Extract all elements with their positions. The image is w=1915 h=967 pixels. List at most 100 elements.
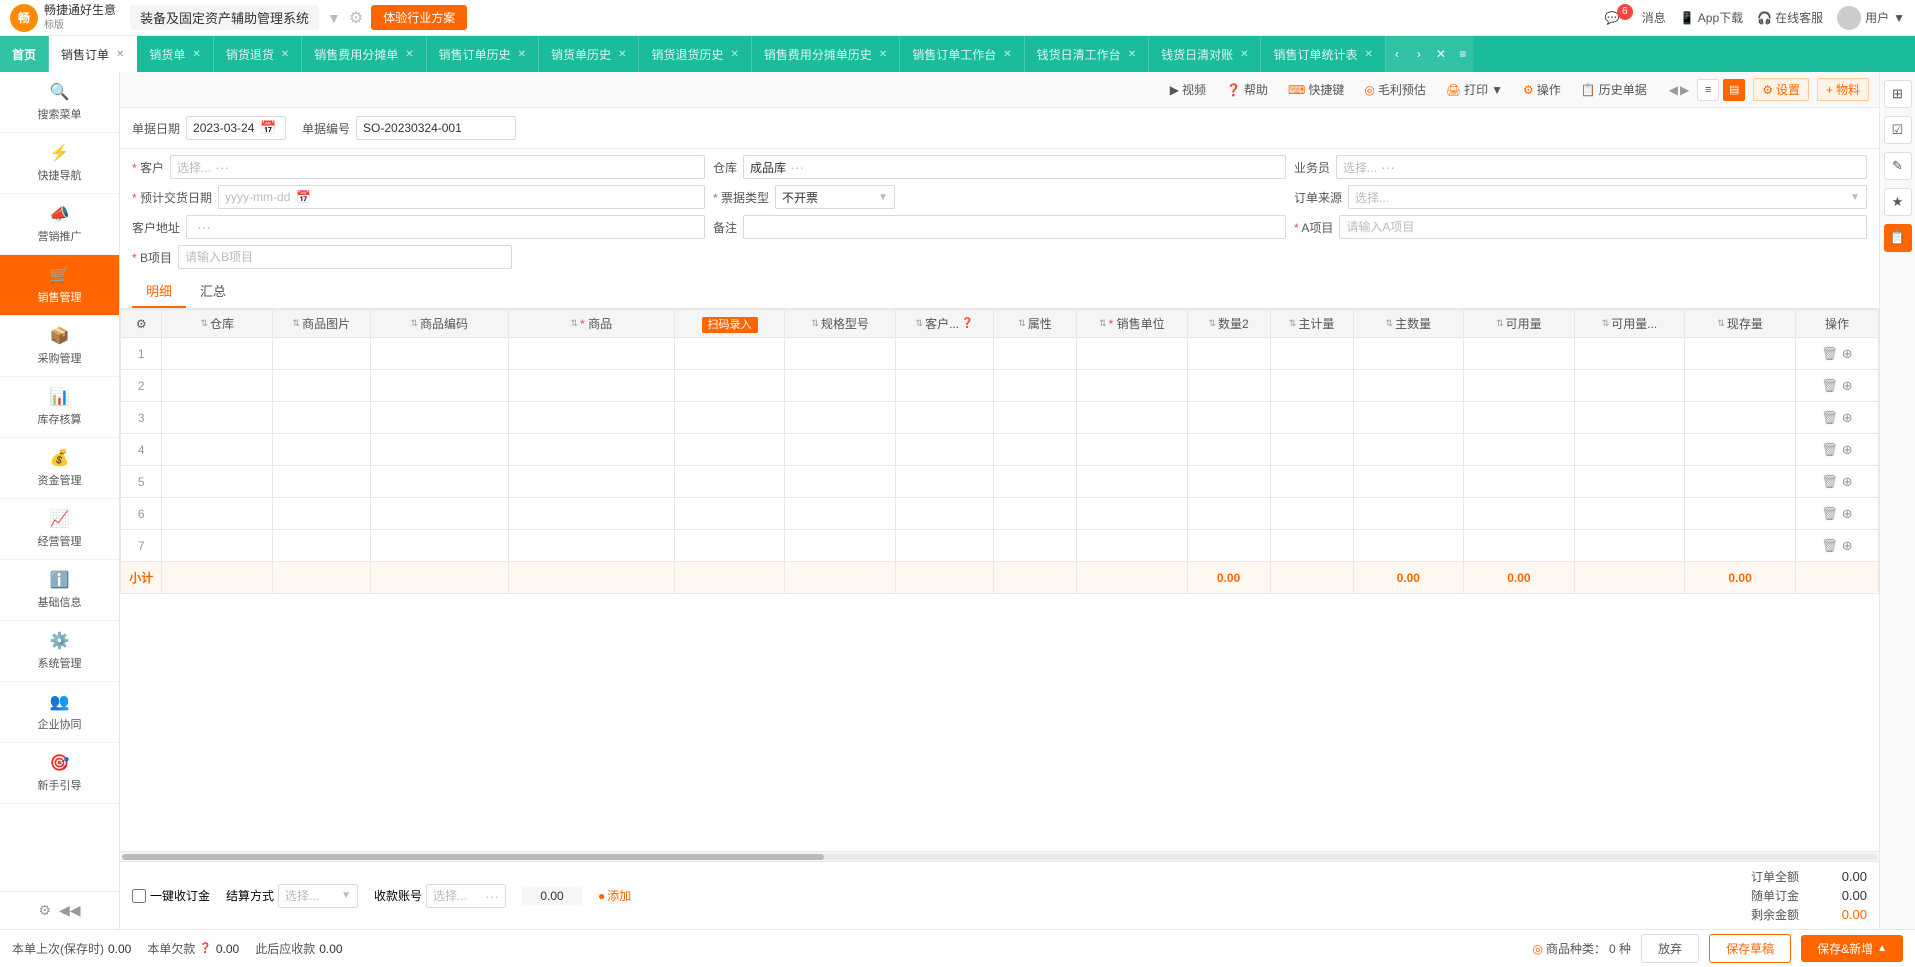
sidebar-item-quicknav[interactable]: ⚡ 快捷导航 — [0, 133, 119, 194]
cell-spec-0[interactable] — [785, 338, 896, 370]
cell-attr-3[interactable] — [994, 434, 1077, 466]
cell-avail-0[interactable] — [1464, 338, 1575, 370]
horizontal-scrollbar[interactable] — [120, 851, 1879, 861]
cell-avail2-3[interactable] — [1574, 434, 1685, 466]
right-panel-btn-5[interactable]: 📋 — [1884, 224, 1912, 252]
th-question-icon[interactable]: ❓ — [961, 318, 973, 329]
cell-mainqty-2[interactable] — [1353, 402, 1464, 434]
sidebar-item-purchase[interactable]: 📦 采购管理 — [0, 316, 119, 377]
cell-product-4[interactable] — [508, 466, 674, 498]
payment-method-select[interactable]: 选择... ▼ — [278, 884, 358, 908]
save-new-btn[interactable]: 保存&新增 ▲ — [1801, 935, 1903, 962]
scrollbar-track[interactable] — [122, 854, 1877, 860]
th-stock[interactable]: ⇅现存量 — [1685, 310, 1796, 338]
question-icon-owe[interactable]: ❓ — [199, 943, 211, 954]
cell-maincalc-6[interactable] — [1270, 530, 1353, 562]
tab-close-order-history[interactable]: ✕ — [518, 49, 526, 60]
th-attr[interactable]: ⇅属性 — [994, 310, 1077, 338]
cell-stock-5[interactable] — [1685, 498, 1796, 530]
th-customer-code[interactable]: ⇅客户...❓ — [895, 310, 993, 338]
cell-custcode-4[interactable] — [895, 466, 993, 498]
cell-product-5[interactable] — [508, 498, 674, 530]
cell-avail-2[interactable] — [1464, 402, 1575, 434]
tab-order-workbench[interactable]: 销售订单工作台 ✕ — [900, 36, 1024, 72]
setting-btn[interactable]: ⚙ 设置 — [1753, 78, 1809, 101]
right-panel-btn-3[interactable]: ✎ — [1884, 152, 1912, 180]
cell-image-2[interactable] — [273, 402, 371, 434]
product-count-link[interactable]: ◎ 商品种类： 0 种 — [1533, 940, 1632, 957]
th-unit[interactable]: ⇅销售单位 — [1077, 310, 1188, 338]
tab-more-btn[interactable]: ≡ — [1452, 36, 1474, 72]
cell-avail2-6[interactable] — [1574, 530, 1685, 562]
cell-maincalc-5[interactable] — [1270, 498, 1353, 530]
cell-warehouse-5[interactable] — [162, 498, 273, 530]
prev-record-btn[interactable]: ◀ — [1669, 83, 1678, 97]
cell-attr-2[interactable] — [994, 402, 1077, 434]
cell-attr-1[interactable] — [994, 370, 1077, 402]
profit-btn[interactable]: ◎ 毛利预估 — [1358, 79, 1432, 100]
cell-qty2-2[interactable] — [1187, 402, 1270, 434]
cell-unit-2[interactable] — [1077, 402, 1188, 434]
tab-detail[interactable]: 明细 — [132, 275, 186, 308]
warehouse-ellipsis[interactable]: ··· — [790, 159, 804, 175]
cell-unit-4[interactable] — [1077, 466, 1188, 498]
th-avail2[interactable]: ⇅可用量... — [1574, 310, 1685, 338]
th-image[interactable]: ⇅商品图片 — [273, 310, 371, 338]
cell-spec-5[interactable] — [785, 498, 896, 530]
row-delete-btn-5[interactable]: 🗑 — [1821, 506, 1838, 522]
list-view-btn[interactable]: ▤ — [1723, 79, 1745, 101]
cell-stock-4[interactable] — [1685, 466, 1796, 498]
th-avail[interactable]: ⇅可用量 — [1464, 310, 1575, 338]
cell-attr-0[interactable] — [994, 338, 1077, 370]
add-material-btn[interactable]: + 物料 — [1817, 78, 1869, 101]
tab-sales-return[interactable]: 销货退货 ✕ — [214, 36, 302, 72]
cell-custcode-6[interactable] — [895, 530, 993, 562]
save-new-dropdown-icon[interactable]: ▲ — [1877, 943, 1887, 954]
tab-close-daily-reconcile[interactable]: ✕ — [1240, 49, 1248, 60]
row-copy-btn-4[interactable]: ⊕ — [1842, 474, 1853, 490]
print-btn[interactable]: 🖨 打印 ▼ — [1440, 79, 1509, 100]
cell-stock-6[interactable] — [1685, 530, 1796, 562]
code-input[interactable]: SO-20230324-001 — [356, 116, 516, 140]
right-panel-btn-2[interactable]: ☑ — [1884, 116, 1912, 144]
cell-spec-1[interactable] — [785, 370, 896, 402]
online-service-btn[interactable]: 🎧 在线客服 — [1757, 9, 1823, 26]
cell-code-3[interactable] — [370, 434, 508, 466]
cell-custcode-3[interactable] — [895, 434, 993, 466]
row-copy-btn-3[interactable]: ⊕ — [1842, 442, 1853, 458]
cell-avail2-1[interactable] — [1574, 370, 1685, 402]
cell-custcode-0[interactable] — [895, 338, 993, 370]
tab-home[interactable]: 首页 — [0, 36, 49, 72]
sidebar-item-guide[interactable]: 🎯 新手引导 — [0, 743, 119, 804]
cell-custcode-1[interactable] — [895, 370, 993, 402]
sidebar-item-system[interactable]: ⚙️ 系统管理 — [0, 621, 119, 682]
staff-ellipsis[interactable]: ··· — [1381, 159, 1395, 175]
cell-mainqty-5[interactable] — [1353, 498, 1464, 530]
sidebar-collapse-btn[interactable]: ◀◀ — [59, 902, 81, 919]
tab-close-goods[interactable]: ✕ — [192, 49, 200, 60]
row-delete-btn-0[interactable]: 🗑 — [1821, 346, 1838, 362]
th-spec[interactable]: ⇅规格型号 — [785, 310, 896, 338]
tab-fee-history[interactable]: 销售费用分摊单历史 ✕ — [752, 36, 900, 72]
row-delete-btn-4[interactable]: 🗑 — [1821, 474, 1838, 490]
cell-maincalc-0[interactable] — [1270, 338, 1353, 370]
tab-close-sales-order[interactable]: ✕ — [116, 49, 124, 60]
tab-summary[interactable]: 汇总 — [186, 275, 240, 308]
message-btn[interactable]: 💬 6 消息 — [1605, 9, 1666, 26]
staff-input[interactable]: 选择... ··· — [1336, 155, 1867, 179]
cell-maincalc-4[interactable] — [1270, 466, 1353, 498]
cell-warehouse-1[interactable] — [162, 370, 273, 402]
b-project-input[interactable]: 请输入B项目 — [178, 245, 512, 269]
tab-close-goods-history[interactable]: ✕ — [618, 49, 626, 60]
th-maincalc[interactable]: ⇅主计量 — [1270, 310, 1353, 338]
cell-custcode-2[interactable] — [895, 402, 993, 434]
tab-daily-clear[interactable]: 钱货日清工作台 ✕ — [1025, 36, 1149, 72]
th-product[interactable]: ⇅商品 — [508, 310, 674, 338]
row-copy-btn-6[interactable]: ⊕ — [1842, 538, 1853, 554]
tab-close-return-history[interactable]: ✕ — [730, 49, 738, 60]
tab-fee-split[interactable]: 销售费用分摊单 ✕ — [302, 36, 426, 72]
row-copy-btn-2[interactable]: ⊕ — [1842, 410, 1853, 426]
cell-unit-1[interactable] — [1077, 370, 1188, 402]
right-panel-btn-1[interactable]: ⊞ — [1884, 80, 1912, 108]
cell-custcode-5[interactable] — [895, 498, 993, 530]
